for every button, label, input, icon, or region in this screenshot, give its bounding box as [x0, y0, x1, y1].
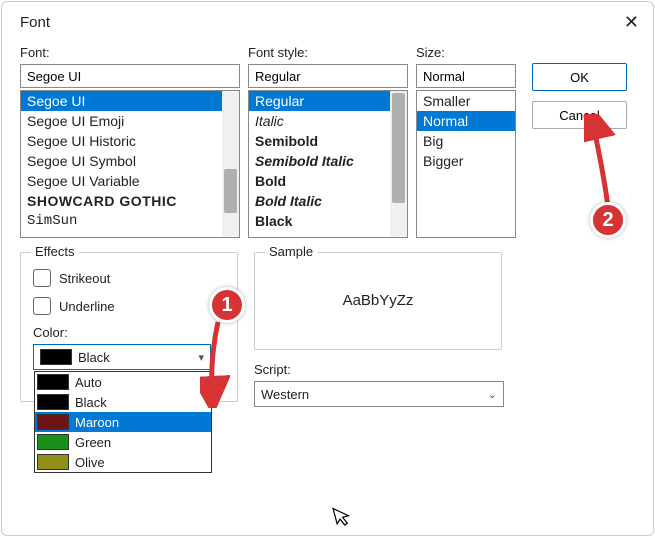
- ok-button[interactable]: OK: [532, 63, 627, 91]
- annotation-arrow-icon: [584, 114, 624, 214]
- dialog-title: Font: [20, 14, 50, 31]
- list-item[interactable]: Semibold Italic: [249, 151, 407, 171]
- color-label: Color:: [33, 325, 225, 340]
- annotation-arrow-icon: [200, 318, 230, 408]
- list-item[interactable]: Segoe UI Historic: [21, 131, 239, 151]
- list-item[interactable]: Segoe UI Emoji: [21, 111, 239, 131]
- list-item[interactable]: Italic: [249, 111, 407, 131]
- list-item[interactable]: Segoe UI Variable: [21, 171, 239, 191]
- font-dialog: Font ✕ Font: Segoe UI Segoe UI Emoji Seg…: [1, 1, 654, 536]
- style-label: Font style:: [248, 45, 408, 60]
- underline-checkbox[interactable]: [33, 297, 51, 315]
- color-option[interactable]: Olive: [35, 452, 211, 472]
- color-popup[interactable]: Auto Black Maroon Green Olive: [34, 371, 212, 473]
- list-item[interactable]: Segoe UI Symbol: [21, 151, 239, 171]
- color-option[interactable]: Auto: [35, 372, 211, 392]
- list-item[interactable]: Bold: [249, 171, 407, 191]
- sample-group: Sample AaBbYyZz: [254, 252, 502, 350]
- list-item[interactable]: Regular: [249, 91, 407, 111]
- sample-legend: Sample: [265, 244, 317, 259]
- script-value: Western: [261, 387, 309, 402]
- script-dropdown[interactable]: Western ⌄: [254, 381, 504, 407]
- list-item[interactable]: SimSun: [21, 211, 239, 231]
- list-item[interactable]: Segoe UI: [21, 91, 239, 111]
- style-input[interactable]: [248, 64, 408, 88]
- color-option[interactable]: Black: [35, 392, 211, 412]
- list-item[interactable]: Big: [417, 131, 515, 151]
- list-item[interactable]: Semibold: [249, 131, 407, 151]
- list-item[interactable]: Normal: [417, 111, 515, 131]
- color-dropdown[interactable]: Black ▾ Auto Black Maroon Green Olive: [33, 344, 211, 370]
- list-item[interactable]: Bold Italic: [249, 191, 407, 211]
- cursor-icon: [332, 503, 356, 534]
- strikeout-checkbox[interactable]: [33, 269, 51, 287]
- color-swatch-icon: [40, 349, 72, 365]
- script-label: Script:: [254, 362, 504, 377]
- list-item[interactable]: Smaller: [417, 91, 515, 111]
- font-input[interactable]: [20, 64, 240, 88]
- scrollbar[interactable]: [390, 91, 407, 237]
- close-icon[interactable]: ✕: [624, 12, 639, 33]
- color-option[interactable]: Green: [35, 432, 211, 452]
- titlebar: Font ✕: [2, 2, 653, 39]
- size-listbox[interactable]: Smaller Normal Big Bigger: [416, 90, 516, 238]
- annotation-badge-2: 2: [590, 202, 626, 238]
- effects-legend: Effects: [31, 244, 79, 259]
- list-item[interactable]: Black: [249, 211, 407, 231]
- scrollbar[interactable]: [222, 91, 239, 237]
- list-item[interactable]: Bigger: [417, 151, 515, 171]
- color-value: Black: [78, 350, 110, 365]
- color-option[interactable]: Maroon: [35, 412, 211, 432]
- size-input[interactable]: [416, 64, 516, 88]
- chevron-down-icon: ⌄: [488, 388, 497, 401]
- underline-label: Underline: [59, 299, 115, 314]
- size-label: Size:: [416, 45, 516, 60]
- style-listbox[interactable]: Regular Italic Semibold Semibold Italic …: [248, 90, 408, 238]
- font-listbox[interactable]: Segoe UI Segoe UI Emoji Segoe UI Histori…: [20, 90, 240, 238]
- strikeout-label: Strikeout: [59, 271, 110, 286]
- sample-text: AaBbYyZz: [343, 292, 414, 309]
- font-label: Font:: [20, 45, 240, 60]
- annotation-badge-1: 1: [209, 287, 245, 323]
- list-item[interactable]: Showcard Gothic: [21, 191, 239, 211]
